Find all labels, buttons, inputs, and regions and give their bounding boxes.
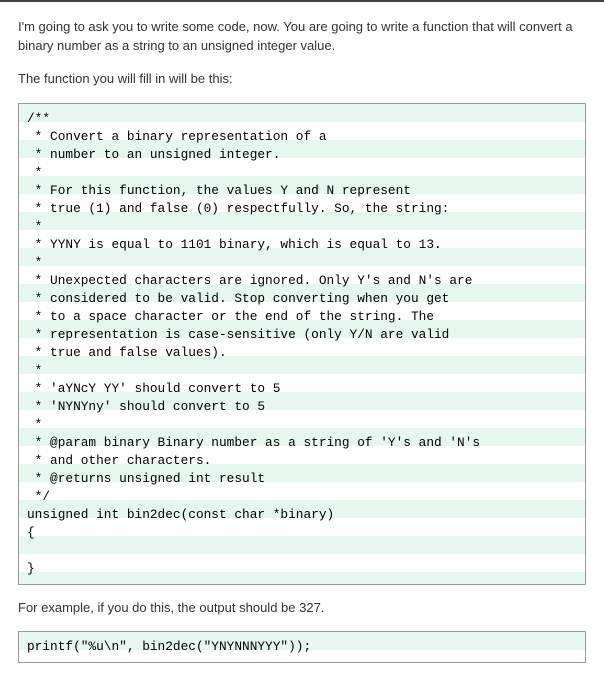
function-stub-code: /** * Convert a binary representation of…	[18, 103, 586, 585]
document-page: I'm going to ask you to write some code,…	[0, 0, 604, 695]
lead-paragraph: The function you will fill in will be th…	[18, 70, 586, 89]
example-usage-code: printf("%u\n", bin2dec("YNYNNNYYY"));	[18, 631, 586, 663]
intro-paragraph: I'm going to ask you to write some code,…	[18, 18, 586, 56]
example-paragraph: For example, if you do this, the output …	[18, 599, 586, 618]
